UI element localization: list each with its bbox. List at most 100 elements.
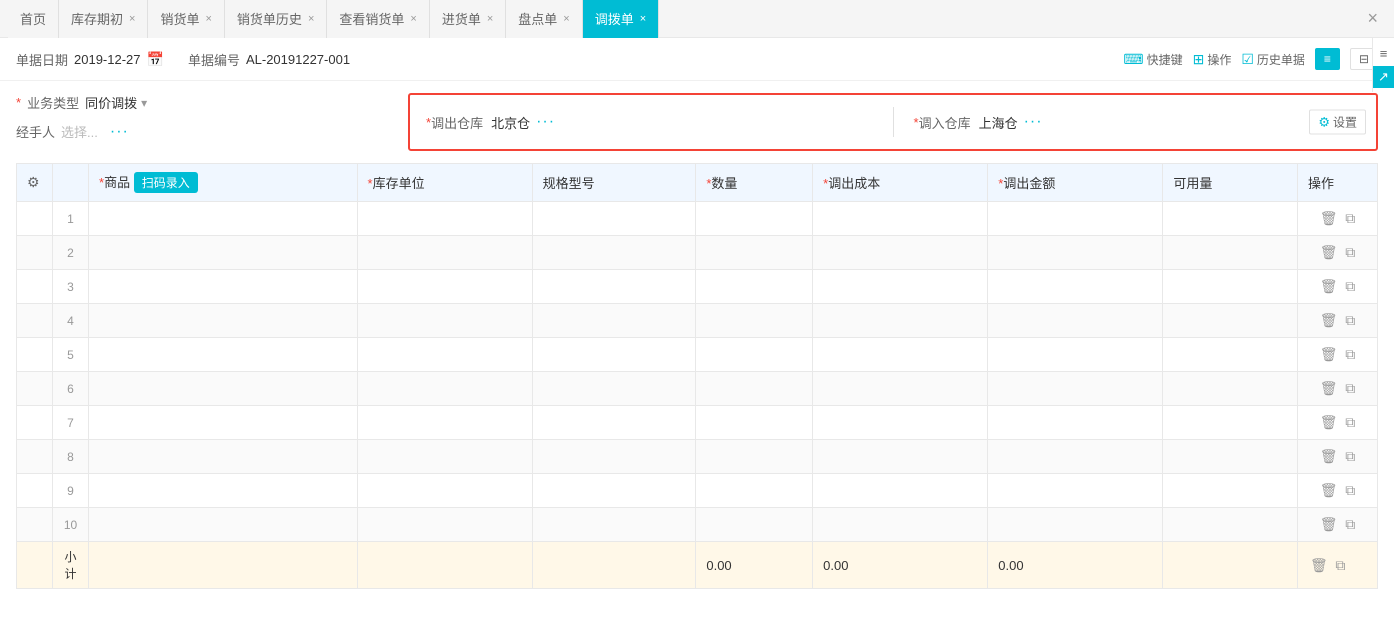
row-quantity-3[interactable] (696, 270, 813, 304)
row-copy-icon-6[interactable]: ⧉ (1345, 380, 1355, 396)
row-spec-3[interactable] (532, 270, 696, 304)
row-product-6[interactable] (89, 372, 358, 406)
calendar-icon[interactable]: 📅 (147, 51, 164, 68)
row-copy-icon-7[interactable]: ⧉ (1345, 414, 1355, 430)
row-cost-5[interactable] (813, 338, 988, 372)
row-cost-7[interactable] (813, 406, 988, 440)
row-copy-icon-1[interactable]: ⧉ (1345, 210, 1355, 226)
tab-close-inventory-check[interactable]: × (563, 13, 569, 25)
row-delete-icon-2[interactable]: 🗑 (1320, 244, 1338, 260)
row-amount-8[interactable] (988, 440, 1163, 474)
row-quantity-2[interactable] (696, 236, 813, 270)
row-unit-10[interactable] (357, 508, 532, 542)
row-amount-2[interactable] (988, 236, 1163, 270)
row-spec-10[interactable] (532, 508, 696, 542)
row-copy-icon-10[interactable]: ⧉ (1345, 516, 1355, 532)
tab-sales-history[interactable]: 销货单历史 × (225, 0, 327, 38)
tab-close-inventory-init[interactable]: × (129, 13, 135, 25)
transfer-out-more-btn[interactable]: ··· (536, 113, 555, 131)
row-product-9[interactable] (89, 474, 358, 508)
row-copy-icon-8[interactable]: ⧉ (1345, 448, 1355, 464)
row-spec-6[interactable] (532, 372, 696, 406)
tab-purchase-order[interactable]: 进货单 × (430, 0, 506, 38)
row-unit-2[interactable] (357, 236, 532, 270)
row-product-2[interactable] (89, 236, 358, 270)
row-delete-icon-10[interactable]: 🗑 (1320, 516, 1338, 532)
operator-more-btn[interactable]: ··· (110, 123, 129, 141)
row-unit-8[interactable] (357, 440, 532, 474)
row-spec-7[interactable] (532, 406, 696, 440)
sidebar-export-btn[interactable]: ↗ (1373, 66, 1394, 88)
tab-view-sales[interactable]: 查看销货单 × (327, 0, 429, 38)
row-quantity-5[interactable] (696, 338, 813, 372)
row-delete-icon-1[interactable]: 🗑 (1320, 210, 1338, 226)
subtotal-copy-icon[interactable]: ⧉ (1335, 557, 1345, 573)
row-spec-8[interactable] (532, 440, 696, 474)
row-product-7[interactable] (89, 406, 358, 440)
business-type-arrow[interactable]: ▾ (141, 96, 147, 110)
row-product-1[interactable] (89, 202, 358, 236)
table-gear-icon[interactable]: ⚙ (27, 174, 40, 190)
operations-button[interactable]: ⊞ 操作 (1193, 51, 1232, 68)
transfer-in-more-btn[interactable]: ··· (1024, 113, 1043, 131)
row-cost-1[interactable] (813, 202, 988, 236)
row-amount-5[interactable] (988, 338, 1163, 372)
row-spec-4[interactable] (532, 304, 696, 338)
row-delete-icon-5[interactable]: 🗑 (1320, 346, 1338, 362)
scan-input-button[interactable]: 扫码录入 (134, 172, 198, 193)
row-unit-9[interactable] (357, 474, 532, 508)
col-settings[interactable]: ⚙ (17, 164, 53, 202)
row-amount-9[interactable] (988, 474, 1163, 508)
row-delete-icon-9[interactable]: 🗑 (1320, 482, 1338, 498)
row-cost-9[interactable] (813, 474, 988, 508)
tab-close-sales-history[interactable]: × (308, 13, 314, 25)
row-unit-5[interactable] (357, 338, 532, 372)
row-quantity-8[interactable] (696, 440, 813, 474)
row-quantity-10[interactable] (696, 508, 813, 542)
row-delete-icon-8[interactable]: 🗑 (1320, 448, 1338, 464)
row-unit-7[interactable] (357, 406, 532, 440)
row-unit-4[interactable] (357, 304, 532, 338)
row-unit-3[interactable] (357, 270, 532, 304)
row-copy-icon-4[interactable]: ⧉ (1345, 312, 1355, 328)
row-cost-3[interactable] (813, 270, 988, 304)
row-delete-icon-7[interactable]: 🗑 (1320, 414, 1338, 430)
row-quantity-1[interactable] (696, 202, 813, 236)
row-amount-1[interactable] (988, 202, 1163, 236)
subtotal-delete-icon[interactable]: 🗑 (1310, 557, 1328, 573)
row-quantity-7[interactable] (696, 406, 813, 440)
row-amount-4[interactable] (988, 304, 1163, 338)
row-cost-2[interactable] (813, 236, 988, 270)
row-product-8[interactable] (89, 440, 358, 474)
business-type-select[interactable]: 同价调拨 ▾ (85, 93, 265, 112)
row-quantity-6[interactable] (696, 372, 813, 406)
row-unit-6[interactable] (357, 372, 532, 406)
row-spec-5[interactable] (532, 338, 696, 372)
tab-inventory-check[interactable]: 盘点单 × (506, 0, 582, 38)
tab-close-transfer-order[interactable]: × (640, 13, 646, 25)
window-close-button[interactable]: × (1359, 8, 1386, 29)
row-product-5[interactable] (89, 338, 358, 372)
row-amount-10[interactable] (988, 508, 1163, 542)
row-spec-1[interactable] (532, 202, 696, 236)
row-cost-10[interactable] (813, 508, 988, 542)
tab-home[interactable]: 首页 (8, 0, 59, 38)
tab-close-purchase-order[interactable]: × (487, 13, 493, 25)
row-amount-3[interactable] (988, 270, 1163, 304)
row-copy-icon-9[interactable]: ⧉ (1345, 482, 1355, 498)
tab-transfer-order[interactable]: 调拨单 × (583, 0, 659, 38)
tab-close-view-sales[interactable]: × (410, 13, 416, 25)
tab-close-sales-order[interactable]: × (205, 13, 211, 25)
row-delete-icon-3[interactable]: 🗑 (1320, 278, 1338, 294)
row-amount-6[interactable] (988, 372, 1163, 406)
row-copy-icon-2[interactable]: ⧉ (1345, 244, 1355, 260)
row-cost-8[interactable] (813, 440, 988, 474)
tab-sales-order[interactable]: 销货单 × (148, 0, 224, 38)
row-spec-9[interactable] (532, 474, 696, 508)
tab-inventory-init[interactable]: 库存期初 × (59, 0, 148, 38)
layout-btn-1[interactable]: ≡ (1315, 48, 1340, 70)
row-product-3[interactable] (89, 270, 358, 304)
quick-key-button[interactable]: ⌨ 快捷键 (1123, 51, 1182, 68)
row-spec-2[interactable] (532, 236, 696, 270)
row-cost-6[interactable] (813, 372, 988, 406)
